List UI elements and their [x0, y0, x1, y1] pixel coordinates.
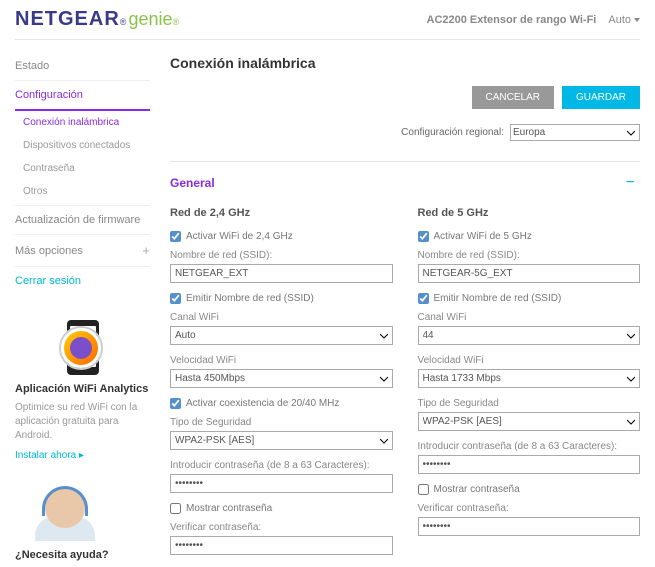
product-name: AC2200 Extensor de rango Wi-Fi	[427, 14, 597, 26]
region-select[interactable]: Europa	[510, 124, 640, 141]
sidebar-item-estado[interactable]: Estado	[15, 52, 150, 81]
logo-genie: genie	[128, 9, 172, 30]
speed-24-select[interactable]: Hasta 450Mbps	[170, 369, 393, 388]
plus-icon: +	[142, 243, 150, 258]
security-5-select[interactable]: WPA2-PSK [AES]	[418, 412, 641, 431]
channel-5-select[interactable]: 44	[418, 326, 641, 345]
showpass-24-label: Mostrar contraseña	[186, 503, 272, 514]
sidebar-item-more[interactable]: Más opciones +	[15, 235, 150, 267]
ssid-5-input[interactable]	[418, 264, 641, 283]
verify-5-input[interactable]	[418, 517, 641, 536]
logo-genie-reg: ®	[172, 17, 179, 27]
auto-label: Auto	[608, 14, 631, 26]
sidebar-item-firmware[interactable]: Actualización de firmware	[15, 206, 150, 235]
sidebar-sub-others[interactable]: Otros	[15, 180, 150, 206]
promo-analytics-link[interactable]: Instalar ahora ▸	[15, 450, 84, 461]
auto-dropdown[interactable]: Auto	[608, 14, 640, 26]
sidebar: Estado Configuración Conexión inalámbric…	[15, 40, 150, 567]
speed-5-label: Velocidad WiFi	[418, 355, 641, 366]
speed-24-label: Velocidad WiFi	[170, 355, 393, 366]
logo-reg: ®	[120, 17, 127, 27]
pass-5-label: Introducir contraseña (de 8 a 63 Caracte…	[418, 441, 641, 452]
promo-help-title: ¿Necesita ayuda?	[15, 549, 150, 561]
verify-24-input[interactable]	[170, 536, 393, 555]
coexist-24-label: Activar coexistencia de 20/40 MHz	[186, 398, 339, 409]
section-general-title: General	[170, 176, 215, 190]
enable-5-checkbox[interactable]	[418, 231, 429, 242]
promo-analytics-image	[53, 320, 113, 375]
sidebar-sub-password[interactable]: Contraseña	[15, 157, 150, 180]
broadcast-24-label: Emitir Nombre de red (SSID)	[186, 293, 314, 304]
sidebar-logout[interactable]: Cerrar sesión	[15, 267, 150, 295]
promo-analytics: Aplicación WiFi Analytics Optimice su re…	[15, 320, 150, 461]
broadcast-24-checkbox[interactable]	[170, 293, 181, 304]
promo-analytics-title: Aplicación WiFi Analytics	[15, 383, 150, 395]
main-content: Conexión inalámbrica CANCELAR GUARDAR Co…	[150, 40, 640, 567]
promo-analytics-text: Optimice su red WiFi con la aplicación g…	[15, 401, 150, 443]
channel-5-label: Canal WiFi	[418, 312, 641, 323]
pass-24-label: Introducir contraseña (de 8 a 63 Caracte…	[170, 460, 393, 471]
ssid-5-label: Nombre de red (SSID):	[418, 250, 641, 261]
sidebar-more-label: Más opciones	[15, 245, 83, 257]
col-5ghz: Red de 5 GHz Activar WiFi de 5 GHz Nombr…	[418, 207, 641, 565]
verify-5-label: Verificar contraseña:	[418, 503, 641, 514]
security-24-select[interactable]: WPA2-PSK [AES]	[170, 431, 393, 450]
heading-5ghz: Red de 5 GHz	[418, 207, 641, 219]
sidebar-sub-devices[interactable]: Dispositivos conectados	[15, 134, 150, 157]
promo-help: ¿Necesita ayuda?	[15, 486, 150, 561]
ssid-24-label: Nombre de red (SSID):	[170, 250, 393, 261]
ssid-24-input[interactable]	[170, 264, 393, 283]
coexist-24-checkbox[interactable]	[170, 398, 181, 409]
pass-5-input[interactable]	[418, 455, 641, 474]
section-divider	[170, 161, 640, 162]
broadcast-5-checkbox[interactable]	[418, 293, 429, 304]
speed-5-select[interactable]: Hasta 1733 Mbps	[418, 369, 641, 388]
cancel-button[interactable]: CANCELAR	[472, 86, 554, 109]
save-button[interactable]: GUARDAR	[562, 86, 640, 109]
pass-24-input[interactable]	[170, 474, 393, 493]
promo-help-image	[15, 486, 95, 541]
region-label: Configuración regional:	[401, 127, 504, 138]
page-title: Conexión inalámbrica	[170, 55, 640, 71]
verify-24-label: Verificar contraseña:	[170, 522, 393, 533]
enable-5-label: Activar WiFi de 5 GHz	[434, 231, 532, 242]
caret-down-icon	[634, 18, 640, 22]
collapse-icon[interactable]: −	[621, 174, 640, 192]
broadcast-5-label: Emitir Nombre de red (SSID)	[434, 293, 562, 304]
enable-24-checkbox[interactable]	[170, 231, 181, 242]
col-24ghz: Red de 2,4 GHz Activar WiFi de 2,4 GHz N…	[170, 207, 393, 565]
sidebar-sub-wifi[interactable]: Conexión inalámbrica	[15, 111, 150, 134]
showpass-5-checkbox[interactable]	[418, 484, 429, 495]
showpass-24-checkbox[interactable]	[170, 503, 181, 514]
logo-netgear: NETGEAR	[15, 8, 120, 31]
enable-24-label: Activar WiFi de 2,4 GHz	[186, 231, 293, 242]
showpass-5-label: Mostrar contraseña	[434, 484, 520, 495]
logo: NETGEAR® genie®	[15, 8, 179, 31]
security-24-label: Tipo de Seguridad	[170, 417, 393, 428]
channel-24-select[interactable]: Auto	[170, 326, 393, 345]
security-5-label: Tipo de Seguridad	[418, 398, 641, 409]
sidebar-item-config[interactable]: Configuración	[15, 81, 150, 111]
channel-24-label: Canal WiFi	[170, 312, 393, 323]
heading-24ghz: Red de 2,4 GHz	[170, 207, 393, 219]
